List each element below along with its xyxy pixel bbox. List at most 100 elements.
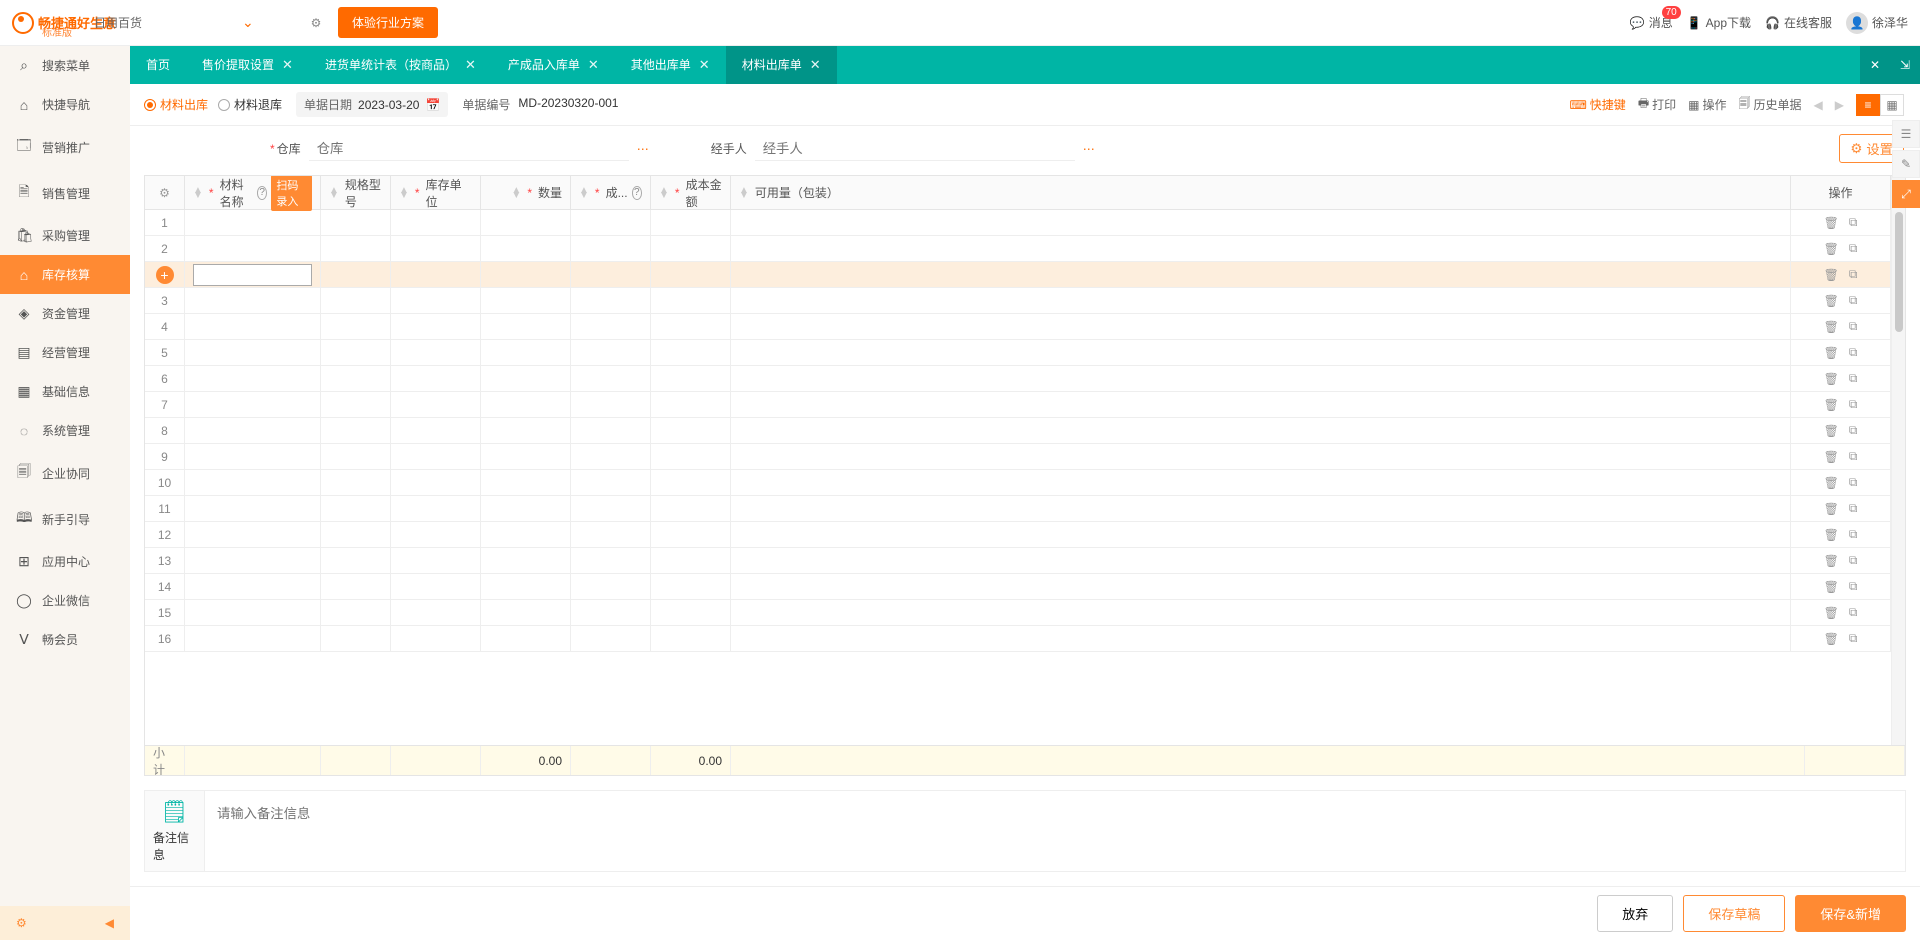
operator-input[interactable] [755, 137, 1075, 161]
tab-4[interactable]: 其他出库单✕ [615, 46, 726, 84]
table-row[interactable]: 14🗑⧉ [145, 574, 1891, 600]
tab-close-all-button[interactable]: ✕ [1860, 46, 1890, 84]
copy-icon[interactable]: ⧉ [1849, 215, 1858, 230]
tab-2[interactable]: 进货单统计表（按商品）✕ [309, 46, 492, 84]
copy-icon[interactable]: ⧉ [1849, 319, 1858, 334]
remarks-input[interactable] [205, 791, 1905, 871]
close-icon[interactable]: ✕ [699, 46, 710, 84]
sidebar-item-12[interactable]: ⊞应用中心 [0, 542, 130, 581]
table-row[interactable]: 12🗑⧉ [145, 522, 1891, 548]
table-row[interactable]: 6🗑⧉ [145, 366, 1891, 392]
scan-tag[interactable]: 扫码录入 [271, 175, 312, 211]
gear-icon[interactable]: ⚙ [16, 916, 27, 930]
sidebar-item-13[interactable]: ◯企业微信 [0, 581, 130, 620]
delete-icon[interactable]: 🗑 [1824, 346, 1839, 360]
copy-icon[interactable]: ⧉ [1849, 579, 1858, 594]
th-spec[interactable]: ▲▼规格型号 [321, 176, 391, 209]
sidebar-item-8[interactable]: ▦基础信息 [0, 372, 130, 411]
table-row[interactable]: 7🗑⧉ [145, 392, 1891, 418]
save-draft-button[interactable]: 保存草稿 [1683, 895, 1785, 932]
th-unit[interactable]: ▲▼*库存单位 [391, 176, 481, 209]
copy-icon[interactable]: ⧉ [1849, 293, 1858, 308]
tab-3[interactable]: 产成品入库单✕ [492, 46, 615, 84]
support[interactable]: 🎧 在线客服 [1765, 14, 1832, 31]
delete-icon[interactable]: 🗑 [1824, 242, 1839, 256]
tab-1[interactable]: 售价提取设置✕ [186, 46, 309, 84]
table-row[interactable]: 13🗑⧉ [145, 548, 1891, 574]
operate-link[interactable]: ▦操作 [1688, 96, 1726, 113]
save-new-button[interactable]: 保存&新增 [1795, 895, 1906, 932]
copy-icon[interactable]: ⧉ [1849, 501, 1858, 516]
warehouse-picker-icon[interactable]: ⋯ [637, 142, 651, 156]
copy-icon[interactable]: ⧉ [1849, 423, 1858, 438]
sidebar-item-2[interactable]: 🗔营销推广 [0, 124, 130, 170]
delete-icon[interactable]: 🗑 [1824, 320, 1839, 334]
gear-icon[interactable]: ⚙ [302, 9, 330, 37]
delete-icon[interactable]: 🗑 [1824, 450, 1839, 464]
delete-icon[interactable]: 🗑 [1824, 398, 1839, 412]
table-row[interactable]: 4🗑⧉ [145, 314, 1891, 340]
th-cost[interactable]: ▲▼*成...? [571, 176, 651, 209]
material-name-input[interactable] [193, 264, 312, 286]
print-link[interactable]: 🖶打印 [1638, 94, 1676, 115]
tab-more-button[interactable]: ⇲ [1890, 46, 1920, 84]
th-avail[interactable]: ▲▼可用量（包装） [731, 176, 1791, 209]
insert-row[interactable]: +🗑⧉ [145, 262, 1891, 288]
prev-button[interactable]: ◀ [1814, 98, 1823, 112]
copy-icon[interactable]: ⧉ [1849, 397, 1858, 412]
operator-picker-icon[interactable]: ⋯ [1083, 142, 1097, 156]
sidebar-item-11[interactable]: 🕮新手引导 [0, 496, 130, 542]
next-button[interactable]: ▶ [1835, 98, 1844, 112]
sidebar-item-4[interactable]: 🛍采购管理 [0, 216, 130, 255]
delete-icon[interactable]: 🗑 [1824, 268, 1839, 282]
radio-outbound[interactable]: 材料出库 [144, 96, 208, 113]
view-card-button[interactable]: ▦ [1880, 94, 1904, 116]
table-row[interactable]: 16🗑⧉ [145, 626, 1891, 652]
delete-icon[interactable]: 🗑 [1824, 606, 1839, 620]
delete-icon[interactable]: 🗑 [1824, 580, 1839, 594]
table-row[interactable]: 11🗑⧉ [145, 496, 1891, 522]
copy-icon[interactable]: ⧉ [1849, 449, 1858, 464]
sidebar-item-5[interactable]: ⌂库存核算 [0, 255, 130, 294]
delete-icon[interactable]: 🗑 [1824, 528, 1839, 542]
th-name[interactable]: ▲▼ *材料名称 ? 扫码录入 [185, 176, 321, 209]
category-select[interactable]: 日用百货 ⌄ [94, 14, 294, 31]
rail-btn-3[interactable]: ⤢ [1892, 180, 1920, 208]
table-row[interactable]: 8🗑⧉ [145, 418, 1891, 444]
table-row[interactable]: 9🗑⧉ [145, 444, 1891, 470]
sidebar-item-9[interactable]: ◌系统管理 [0, 411, 130, 450]
sidebar-item-7[interactable]: ▤经营管理 [0, 333, 130, 372]
app-download[interactable]: 📱 App下载 [1687, 14, 1751, 31]
doc-date[interactable]: 单据日期 2023-03-20 📅 [296, 92, 448, 117]
view-list-button[interactable]: ≡ [1856, 94, 1880, 116]
table-row[interactable]: 10🗑⧉ [145, 470, 1891, 496]
table-row[interactable]: 15🗑⧉ [145, 600, 1891, 626]
plus-icon[interactable]: + [156, 266, 174, 284]
delete-icon[interactable]: 🗑 [1824, 554, 1839, 568]
copy-icon[interactable]: ⧉ [1849, 371, 1858, 386]
help-icon[interactable]: ? [257, 186, 267, 200]
copy-icon[interactable]: ⧉ [1849, 631, 1858, 646]
tab-0[interactable]: 首页 [130, 46, 186, 84]
delete-icon[interactable]: 🗑 [1824, 216, 1839, 230]
copy-icon[interactable]: ⧉ [1849, 475, 1858, 490]
help-icon[interactable]: ? [632, 186, 642, 200]
close-icon[interactable]: ✕ [810, 46, 821, 84]
table-row[interactable]: 2🗑⧉ [145, 236, 1891, 262]
th-amt[interactable]: ▲▼*成本金额 [651, 176, 731, 209]
rail-btn-2[interactable]: ✎ [1892, 150, 1920, 178]
close-icon[interactable]: ✕ [465, 46, 476, 84]
discard-button[interactable]: 放弃 [1597, 895, 1673, 932]
copy-icon[interactable]: ⧉ [1849, 527, 1858, 542]
th-qty[interactable]: ▲▼*数量 [481, 176, 571, 209]
close-icon[interactable]: ✕ [282, 46, 293, 84]
sidebar-item-10[interactable]: 🗐企业协同 [0, 450, 130, 496]
tab-5[interactable]: 材料出库单✕ [726, 46, 837, 84]
copy-icon[interactable]: ⧉ [1849, 553, 1858, 568]
th-config[interactable]: ⚙ [145, 176, 185, 209]
cta-button[interactable]: 体验行业方案 [338, 7, 438, 38]
table-row[interactable]: 1🗑⧉ [145, 210, 1891, 236]
scrollbar[interactable] [1891, 210, 1905, 745]
delete-icon[interactable]: 🗑 [1824, 502, 1839, 516]
radio-return[interactable]: 材料退库 [218, 96, 282, 113]
